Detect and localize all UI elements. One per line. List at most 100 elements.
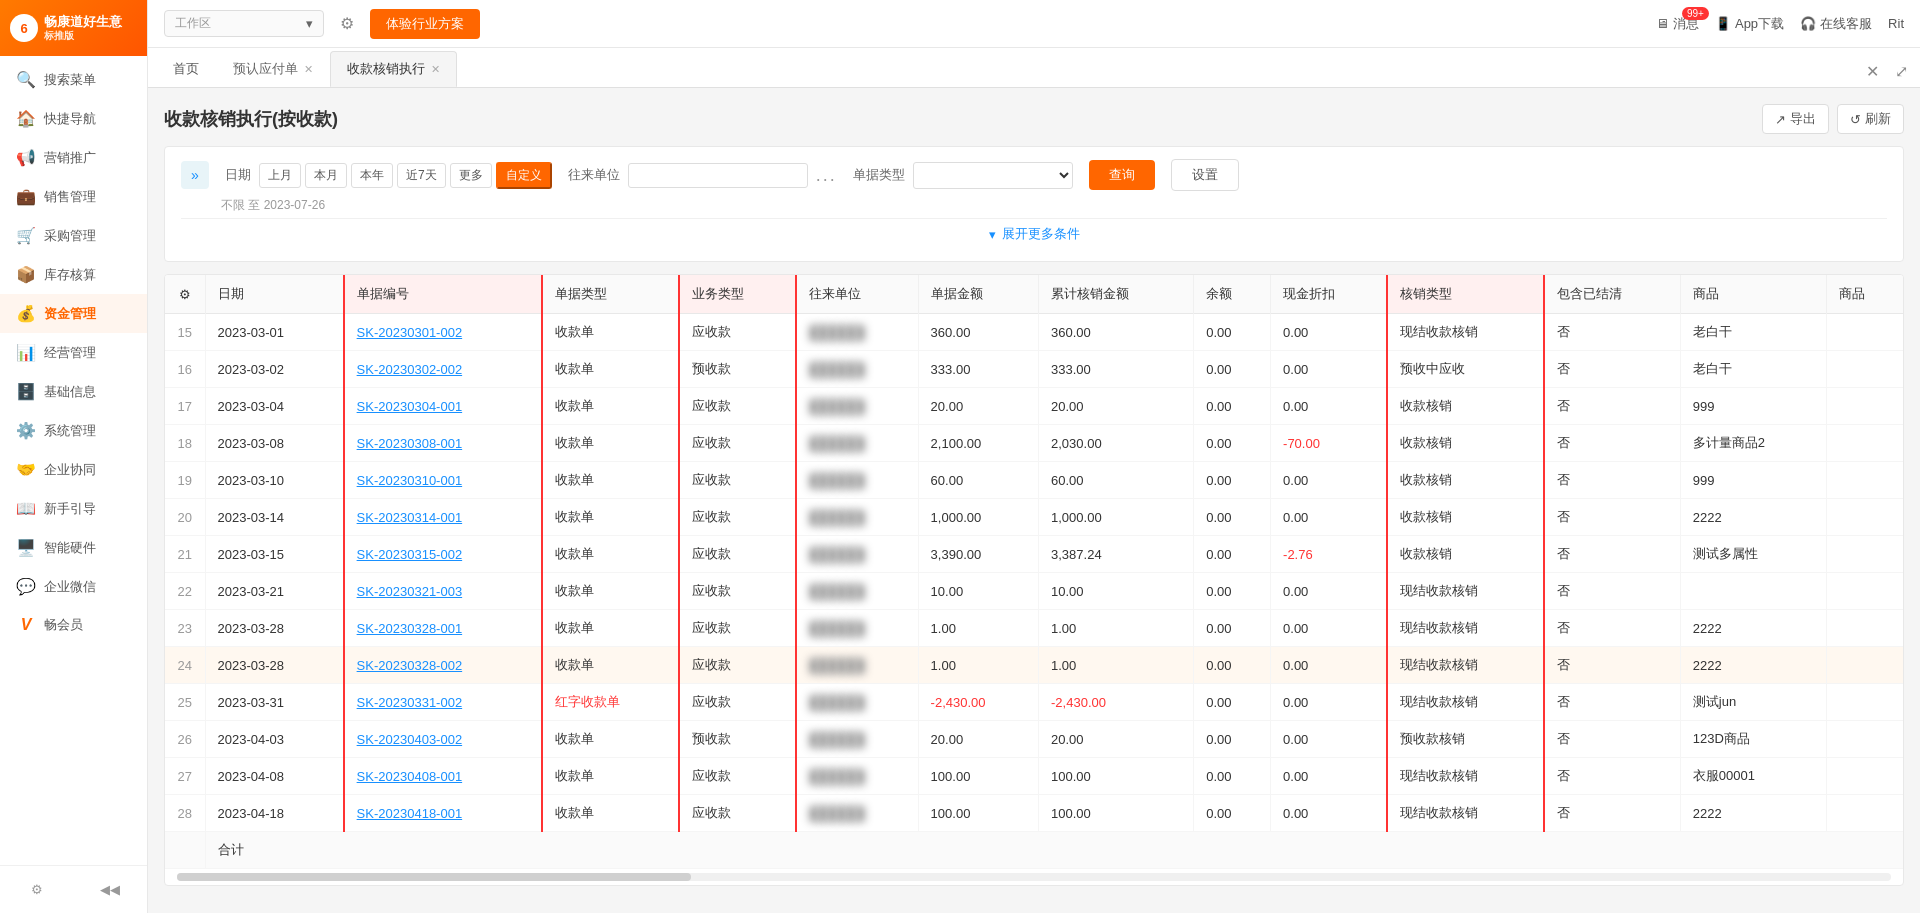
sidebar-item-inventory[interactable]: 📦 库存核算: [0, 255, 147, 294]
table-scroll-wrap: ⚙ 日期 单据编号 单据类型 业务类型 往来单位 单据金额 累计核销金额 余额 …: [165, 275, 1903, 869]
query-btn[interactable]: 查询: [1089, 160, 1155, 190]
filter-partner-group: 往来单位 ...: [568, 163, 837, 188]
date-7days-btn[interactable]: 近7天: [397, 163, 446, 188]
export-btn[interactable]: ↗ 导出: [1762, 104, 1829, 134]
cell-bill-type: 收款单: [542, 647, 679, 684]
workspace-selector[interactable]: 工作区 ▾: [164, 10, 324, 37]
bill-no-link[interactable]: SK-20230408-001: [357, 769, 463, 784]
data-table: ⚙ 日期 单据编号 单据类型 业务类型 往来单位 单据金额 累计核销金额 余额 …: [165, 275, 1903, 869]
cell-cumulative: 20.00: [1039, 388, 1194, 425]
cell-date: 2023-03-01: [205, 314, 344, 351]
bill-no-link[interactable]: SK-20230308-001: [357, 436, 463, 451]
sidebar-collapse-btn[interactable]: ◀◀: [74, 874, 148, 905]
date-this-month-btn[interactable]: 本月: [305, 163, 347, 188]
filter-toggle-btn[interactable]: »: [181, 161, 209, 189]
sidebar-item-search[interactable]: 🔍 搜索菜单: [0, 60, 147, 99]
sidebar-item-wechat[interactable]: 💬 企业微信: [0, 567, 147, 606]
tab-expand-icon[interactable]: ⤢: [1891, 60, 1912, 83]
industry-solution-btn[interactable]: 体验行业方案: [370, 9, 480, 39]
system-icon: ⚙️: [16, 421, 36, 440]
main-area: 工作区 ▾ ⚙ 体验行业方案 🖥 消息 99+ 📱 App下载 🎧 在线客服 R…: [148, 0, 1920, 913]
bill-no-link[interactable]: SK-20230418-001: [357, 806, 463, 821]
cell-balance: 0.00: [1194, 647, 1271, 684]
cell-product2: [1827, 684, 1903, 721]
sidebar-item-finance[interactable]: 💰 资金管理: [0, 294, 147, 333]
cell-balance: 0.00: [1194, 462, 1271, 499]
sidebar-label-guide: 新手引导: [44, 500, 96, 518]
tab-collection-exec-close[interactable]: ✕: [431, 63, 440, 76]
sidebar-item-operations[interactable]: 📊 经营管理: [0, 333, 147, 372]
sidebar-settings-btn[interactable]: ⚙: [0, 874, 74, 905]
cell-cash-discount: 0.00: [1271, 647, 1388, 684]
cell-biz-type: 应收款: [679, 684, 797, 721]
table-row: 19 2023-03-10 SK-20230310-001 收款单 应收款 ██…: [165, 462, 1903, 499]
refresh-btn[interactable]: ↺ 刷新: [1837, 104, 1904, 134]
sidebar-item-nav[interactable]: 🏠 快捷导航: [0, 99, 147, 138]
sidebar-item-marketing[interactable]: 📢 营销推广: [0, 138, 147, 177]
cell-bill-no: SK-20230315-002: [344, 536, 542, 573]
bill-no-link[interactable]: SK-20230302-002: [357, 362, 463, 377]
table-footer-row: 合计: [165, 832, 1903, 869]
sidebar-item-purchase[interactable]: 🛒 采购管理: [0, 216, 147, 255]
tab-home[interactable]: 首页: [156, 51, 216, 87]
gear-icon[interactable]: ⚙: [336, 10, 358, 37]
app-download-btn[interactable]: 📱 App下载: [1715, 15, 1784, 33]
date-this-year-btn[interactable]: 本年: [351, 163, 393, 188]
user-avatar[interactable]: Rit: [1888, 16, 1904, 31]
bill-no-link[interactable]: SK-20230403-002: [357, 732, 463, 747]
cell-biz-type: 应收款: [679, 610, 797, 647]
sidebar-item-system[interactable]: ⚙️ 系统管理: [0, 411, 147, 450]
partner-input[interactable]: [628, 163, 808, 188]
bill-no-link[interactable]: SK-20230314-001: [357, 510, 463, 525]
cell-bill-amount: 1.00: [918, 647, 1038, 684]
sidebar-item-member[interactable]: V 畅会员: [0, 606, 147, 644]
cell-bill-type: 收款单: [542, 795, 679, 832]
online-service-btn[interactable]: 🎧 在线客服: [1800, 15, 1872, 33]
bill-type-select[interactable]: [913, 162, 1073, 189]
bill-no-link[interactable]: SK-20230331-002: [357, 695, 463, 710]
cell-product2: [1827, 573, 1903, 610]
cell-bill-amount: 333.00: [918, 351, 1038, 388]
sidebar-item-base[interactable]: 🗄️ 基础信息: [0, 372, 147, 411]
sidebar-item-hardware[interactable]: 🖥️ 智能硬件: [0, 528, 147, 567]
bill-no-link[interactable]: SK-20230301-002: [357, 325, 463, 340]
bill-no-link[interactable]: SK-20230328-001: [357, 621, 463, 636]
cell-biz-type: 预收款: [679, 721, 797, 758]
tab-close-all-icon[interactable]: ✕: [1862, 60, 1883, 83]
cell-include-settled: 否: [1544, 388, 1680, 425]
cell-balance: 0.00: [1194, 425, 1271, 462]
tab-pre-payment-close[interactable]: ✕: [304, 63, 313, 76]
headset-icon: 🎧: [1800, 16, 1816, 31]
cell-cash-discount: 0.00: [1271, 721, 1388, 758]
setting-btn[interactable]: 设置: [1171, 159, 1239, 191]
cell-include-settled: 否: [1544, 684, 1680, 721]
date-prev-month-btn[interactable]: 上月: [259, 163, 301, 188]
th-biz-type: 业务类型: [679, 275, 797, 314]
sidebar-item-enterprise[interactable]: 🤝 企业协同: [0, 450, 147, 489]
cell-balance: 0.00: [1194, 351, 1271, 388]
bill-no-link[interactable]: SK-20230304-001: [357, 399, 463, 414]
cell-bill-type: 收款单: [542, 351, 679, 388]
messages-btn[interactable]: 🖥 消息 99+: [1656, 15, 1699, 33]
cell-product: 测试多属性: [1680, 536, 1827, 573]
sidebar-nav: 🔍 搜索菜单 🏠 快捷导航 📢 营销推广 💼 销售管理 🛒 采购管理 📦 库存核…: [0, 56, 147, 865]
cell-date: 2023-03-21: [205, 573, 344, 610]
cell-bill-no: SK-20230308-001: [344, 425, 542, 462]
hardware-icon: 🖥️: [16, 538, 36, 557]
bill-no-link[interactable]: SK-20230328-002: [357, 658, 463, 673]
date-more-btn[interactable]: 更多: [450, 163, 492, 188]
bill-no-link[interactable]: SK-20230310-001: [357, 473, 463, 488]
expand-conditions-btn[interactable]: ▾ 展开更多条件: [181, 218, 1887, 249]
cell-balance: 0.00: [1194, 795, 1271, 832]
sidebar-item-sales[interactable]: 💼 销售管理: [0, 177, 147, 216]
sidebar-item-guide[interactable]: 📖 新手引导: [0, 489, 147, 528]
tab-pre-payment[interactable]: 预认应付单 ✕: [216, 51, 330, 87]
cell-include-settled: 否: [1544, 425, 1680, 462]
table-row: 28 2023-04-18 SK-20230418-001 收款单 应收款 ██…: [165, 795, 1903, 832]
th-settings[interactable]: ⚙: [165, 275, 205, 314]
cell-bill-amount: 100.00: [918, 758, 1038, 795]
tab-collection-exec[interactable]: 收款核销执行 ✕: [330, 51, 457, 87]
bill-no-link[interactable]: SK-20230315-002: [357, 547, 463, 562]
bill-no-link[interactable]: SK-20230321-003: [357, 584, 463, 599]
date-custom-btn[interactable]: 自定义: [496, 162, 552, 189]
